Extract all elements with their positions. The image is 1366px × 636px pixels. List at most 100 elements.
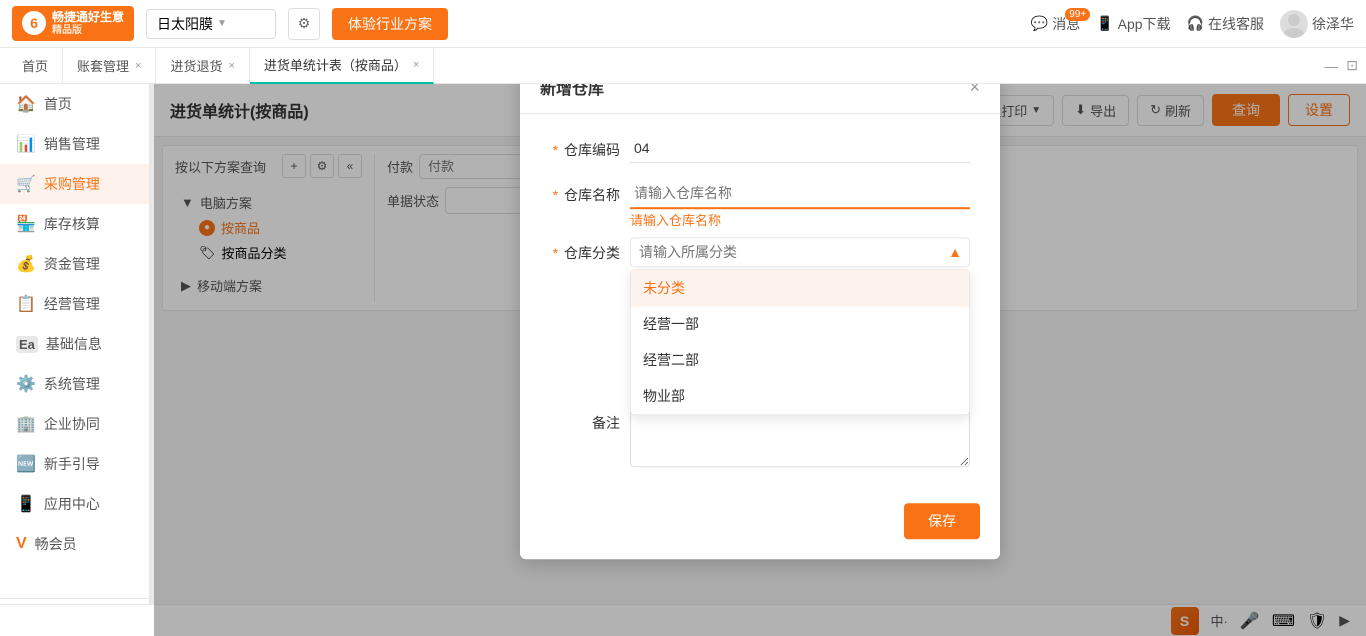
tab-account-label: 账套管理 <box>77 56 129 75</box>
modal-close-button[interactable]: × <box>969 84 980 96</box>
modal-add-warehouse: 新增仓库 × * 仓库编码 * 仓库名称 <box>520 84 1000 559</box>
warehouse-code-input[interactable] <box>630 134 970 163</box>
vip-icon: V <box>16 535 27 553</box>
tab-purchase-stats-close[interactable]: × <box>413 59 419 71</box>
logo-area: 6 畅捷通好生意 精品版 <box>12 6 134 40</box>
remarks-label: 备注 <box>550 407 630 433</box>
sidebar-purchase-label: 采购管理 <box>44 174 100 194</box>
dropdown-item-dept3[interactable]: 物业部 <box>631 378 969 414</box>
tab-purchase-return[interactable]: 进货退货 × <box>156 48 249 84</box>
sidebar-item-apps[interactable]: 📱 应用中心 <box>0 484 149 524</box>
required-mark-2: * <box>553 187 558 203</box>
dropdown-item-dept2[interactable]: 经营二部 <box>631 342 969 378</box>
inventory-icon: 🏪 <box>16 214 36 234</box>
sidebar-item-finance[interactable]: 💰 资金管理 <box>0 244 149 284</box>
gear-icon: ⚙ <box>298 15 311 32</box>
gear-button[interactable]: ⚙ <box>288 8 320 40</box>
tab-purchase-stats[interactable]: 进货单统计表（按商品） × <box>250 48 434 84</box>
warehouse-name-label: * 仓库名称 <box>550 179 630 205</box>
trial-button[interactable]: 体验行业方案 <box>332 8 448 40</box>
sidebar-item-management[interactable]: 📋 经营管理 <box>0 284 149 324</box>
sidebar-home-label: 首页 <box>44 94 72 114</box>
content-area: 进货单统计(按商品) 🖨 按模板打印 ▼ ⬇ 导出 ↻ 刷新 查询 设置 <box>154 84 1366 636</box>
sidebar-inventory-label: 库存核算 <box>44 214 100 234</box>
app-download-button[interactable]: 📱 App下载 <box>1096 14 1170 34</box>
main-layout: 🏠 首页 📊 销售管理 🛒 采购管理 🏪 库存核算 💰 资金管理 📋 经营管理 … <box>0 84 1366 636</box>
home-icon: 🏠 <box>16 94 36 114</box>
basic-info-icon: Ea <box>16 336 38 353</box>
store-selector[interactable]: 日太阳膜 ▼ <box>146 9 276 39</box>
sidebar-item-basic-info[interactable]: Ea 基础信息 <box>0 324 149 364</box>
logo-text: 畅捷通好生意 <box>52 10 124 24</box>
purchase-icon: 🛒 <box>16 174 36 194</box>
save-button[interactable]: 保存 <box>904 503 980 539</box>
online-service-button[interactable]: 🎧 在线客服 <box>1187 14 1264 34</box>
warehouse-name-input[interactable] <box>630 179 970 209</box>
sidebar-item-sales[interactable]: 📊 销售管理 <box>0 124 149 164</box>
sales-icon: 📊 <box>16 134 36 154</box>
notifications-badge: 99+ <box>1065 8 1090 21</box>
category-dropdown: 未分类 经营一部 经营二部 物业部 <box>630 269 970 415</box>
modal-body: * 仓库编码 * 仓库名称 请输入仓库名称 <box>520 114 1000 503</box>
tab-expand-icon[interactable]: ⊡ <box>1346 57 1358 74</box>
modal-footer: 保存 <box>520 503 1000 539</box>
sidebar-vip-label: 畅会员 <box>35 534 77 554</box>
sidebar-system-label: 系统管理 <box>44 374 100 394</box>
tab-minimize-icon[interactable]: — <box>1324 58 1338 74</box>
management-icon: 📋 <box>16 294 36 314</box>
top-right-area: 💬 消息 99+ 📱 App下载 🎧 在线客服 徐泽华 <box>1031 10 1354 38</box>
sidebar-enterprise-label: 企业协同 <box>44 414 100 434</box>
form-row-category: * 仓库分类 ▲ 未分类 经营一部 经营二部 物业部 <box>550 237 970 267</box>
required-mark-3: * <box>553 245 558 261</box>
sidebar-item-vip[interactable]: V 畅会员 <box>0 524 149 564</box>
headset-icon: 🎧 <box>1187 15 1204 32</box>
chevron-down-icon: ▼ <box>217 18 227 29</box>
sidebar-item-system[interactable]: ⚙️ 系统管理 <box>0 364 149 404</box>
dropdown-item-dept1[interactable]: 经营一部 <box>631 306 969 342</box>
sidebar-item-home[interactable]: 🏠 首页 <box>0 84 149 124</box>
sidebar-item-purchase[interactable]: 🛒 采购管理 <box>0 164 149 204</box>
tab-purchase-return-close[interactable]: × <box>228 60 234 72</box>
remarks-input[interactable] <box>630 407 970 467</box>
store-name: 日太阳膜 <box>157 14 213 34</box>
form-row-remarks: 备注 <box>550 407 970 467</box>
message-icon: 💬 <box>1031 15 1048 32</box>
sidebar-finance-label: 资金管理 <box>44 254 100 274</box>
logo-icon: 6 <box>22 11 46 35</box>
sidebar-item-guide[interactable]: 🆕 新手引导 <box>0 444 149 484</box>
sidebar: 🏠 首页 📊 销售管理 🛒 采购管理 🏪 库存核算 💰 资金管理 📋 经营管理 … <box>0 84 150 636</box>
select-arrow-icon[interactable]: ▲ <box>948 244 962 260</box>
sidebar-basic-info-label: 基础信息 <box>46 334 102 354</box>
tab-purchase-stats-label: 进货单统计表（按商品） <box>264 55 407 74</box>
category-input[interactable] <box>630 237 970 267</box>
warehouse-code-label: * 仓库编码 <box>550 134 630 160</box>
dropdown-item-unclassified[interactable]: 未分类 <box>631 270 969 306</box>
tab-bar-actions: — ⊡ <box>1316 57 1366 74</box>
sidebar-management-label: 经营管理 <box>44 294 100 314</box>
form-row-name: * 仓库名称 请输入仓库名称 <box>550 179 970 209</box>
tab-home[interactable]: 首页 <box>8 48 63 84</box>
system-icon: ⚙️ <box>16 374 36 394</box>
modal-header: 新增仓库 × <box>520 84 1000 114</box>
username: 徐泽华 <box>1312 14 1354 34</box>
tab-bar: 首页 账套管理 × 进货退货 × 进货单统计表（按商品） × — ⊡ <box>0 48 1366 84</box>
required-mark: * <box>553 142 558 158</box>
notifications-button[interactable]: 💬 消息 99+ <box>1031 14 1080 34</box>
tab-account-close[interactable]: × <box>135 60 141 72</box>
guide-icon: 🆕 <box>16 454 36 474</box>
online-service-label: 在线客服 <box>1208 14 1264 34</box>
sidebar-item-enterprise[interactable]: 🏢 企业协同 <box>0 404 149 444</box>
tab-account[interactable]: 账套管理 × <box>63 48 156 84</box>
logo-sub: 精品版 <box>52 25 124 37</box>
sidebar-guide-label: 新手引导 <box>44 454 100 474</box>
tab-purchase-return-label: 进货退货 <box>170 56 222 75</box>
warehouse-category-label: * 仓库分类 <box>550 237 630 263</box>
sidebar-item-inventory[interactable]: 🏪 库存核算 <box>0 204 149 244</box>
sidebar-apps-label: 应用中心 <box>44 494 100 514</box>
phone-icon: 📱 <box>1096 15 1113 32</box>
user-info[interactable]: 徐泽华 <box>1280 10 1354 38</box>
modal-title: 新增仓库 <box>540 84 604 99</box>
top-bar: 6 畅捷通好生意 精品版 日太阳膜 ▼ ⚙ 体验行业方案 💬 消息 99+ 📱 … <box>0 0 1366 48</box>
form-row-code: * 仓库编码 <box>550 134 970 163</box>
finance-icon: 💰 <box>16 254 36 274</box>
